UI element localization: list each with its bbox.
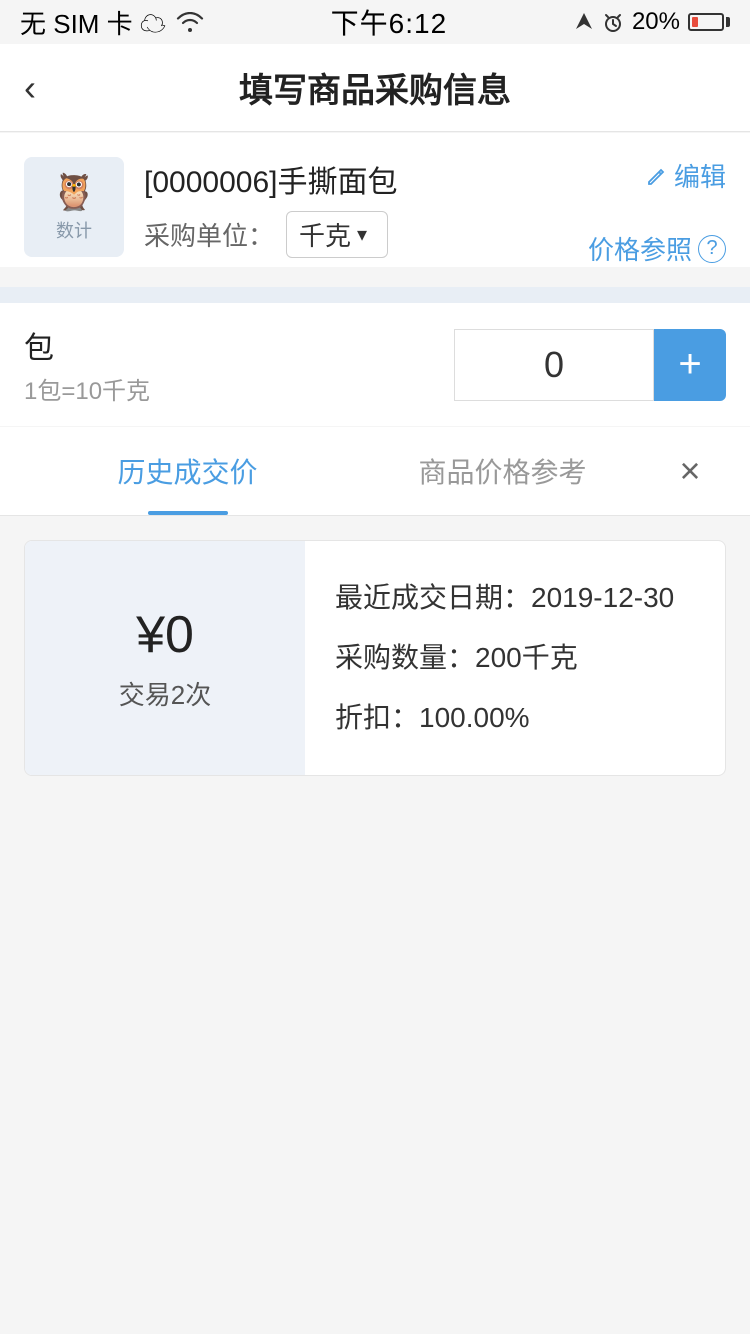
tab-history-price[interactable]: 历史成交价 bbox=[30, 427, 345, 515]
discount-row: 折扣：100.00% bbox=[335, 697, 695, 739]
tab-bar: 历史成交价 商品价格参考 × bbox=[0, 427, 750, 516]
quantity-unit-label: 包 bbox=[24, 323, 150, 367]
quantity-input[interactable]: 0 bbox=[454, 329, 654, 401]
product-right: 编辑 价格参照 ? bbox=[588, 157, 726, 267]
battery-percent: 20% bbox=[632, 8, 680, 36]
status-left: 无 SIM 卡 ☁ bbox=[20, 4, 204, 41]
product-unit-row: 采购单位： 千克 ▾ bbox=[144, 211, 397, 258]
quantity-section: 包 1包=10千克 0 + bbox=[0, 303, 750, 426]
status-right: 20% bbox=[574, 8, 730, 36]
unit-select-text: 千克 bbox=[299, 216, 351, 253]
recent-date-value: 2019-12-30 bbox=[531, 582, 674, 613]
product-name: [0000006]手撕面包 bbox=[144, 157, 397, 201]
tab-price-ref-label: 商品价格参考 bbox=[418, 451, 586, 491]
quantity-plus-button[interactable]: + bbox=[654, 329, 726, 401]
quantity-conversion: 1包=10千克 bbox=[24, 371, 150, 406]
product-left: 🦉 数计 [0000006]手撕面包 采购单位： 千克 ▾ bbox=[24, 157, 397, 258]
recent-date-label: 最近成交日期： bbox=[335, 582, 531, 613]
transactions-label: 交易2次 bbox=[119, 675, 211, 712]
unit-select[interactable]: 千克 ▾ bbox=[286, 211, 388, 258]
close-button[interactable]: × bbox=[660, 441, 720, 501]
nav-bar: ‹ 填写商品采购信息 bbox=[0, 44, 750, 132]
quantity-label-area: 包 1包=10千克 bbox=[24, 323, 150, 406]
currency-symbol: ¥ bbox=[136, 606, 165, 664]
sim-label: 无 SIM 卡 ☁ bbox=[20, 4, 166, 41]
product-section: 🦉 数计 [0000006]手撕面包 采购单位： 千克 ▾ bbox=[0, 133, 750, 267]
price-card-right: 最近成交日期：2019-12-30 采购数量：200千克 折扣：100.00% bbox=[305, 541, 725, 775]
product-header: 🦉 数计 [0000006]手撕面包 采购单位： 千克 ▾ bbox=[24, 157, 726, 267]
tab-history-label: 历史成交价 bbox=[117, 451, 257, 491]
price-card: ¥0 交易2次 最近成交日期：2019-12-30 采购数量：200千克 折扣：… bbox=[24, 540, 726, 776]
recent-date-row: 最近成交日期：2019-12-30 bbox=[335, 577, 695, 619]
section-divider bbox=[0, 287, 750, 303]
price-card-left: ¥0 交易2次 bbox=[25, 541, 305, 775]
discount-label: 折扣： bbox=[335, 702, 419, 733]
purchase-qty-row: 采购数量：200千克 bbox=[335, 637, 695, 679]
purchase-qty-label: 采购数量： bbox=[335, 642, 475, 673]
product-info: [0000006]手撕面包 采购单位： 千克 ▾ bbox=[144, 157, 397, 258]
purchase-qty-value: 200千克 bbox=[475, 642, 578, 673]
discount-value: 100.00% bbox=[419, 702, 530, 733]
edit-icon bbox=[646, 165, 668, 187]
tab-price-ref[interactable]: 商品价格参考 bbox=[345, 427, 660, 515]
status-bar: 无 SIM 卡 ☁ 下午6:12 20% bbox=[0, 0, 750, 44]
battery-icon bbox=[688, 13, 730, 31]
wifi-icon bbox=[176, 12, 204, 32]
edit-button[interactable]: 编辑 bbox=[646, 157, 726, 194]
product-thumb-icon: 🦉 bbox=[52, 171, 97, 213]
content-area: ¥0 交易2次 最近成交日期：2019-12-30 采购数量：200千克 折扣：… bbox=[0, 516, 750, 1116]
unit-label: 采购单位： bbox=[144, 216, 274, 253]
page-title: 填写商品采购信息 bbox=[239, 63, 511, 112]
back-button[interactable]: ‹ bbox=[24, 67, 36, 109]
alarm-icon bbox=[602, 11, 624, 33]
price-amount: ¥0 bbox=[136, 605, 194, 665]
chevron-down-icon: ▾ bbox=[357, 222, 367, 247]
status-time: 下午6:12 bbox=[331, 2, 448, 42]
price-ref-button[interactable]: 价格参照 ? bbox=[588, 230, 726, 267]
price-card-section: ¥0 交易2次 最近成交日期：2019-12-30 采购数量：200千克 折扣：… bbox=[0, 516, 750, 800]
product-thumb-text: 数计 bbox=[56, 217, 92, 243]
tab-active-indicator bbox=[148, 511, 228, 515]
product-thumbnail: 🦉 数计 bbox=[24, 157, 124, 257]
location-icon bbox=[574, 11, 594, 33]
help-icon: ? bbox=[698, 235, 726, 263]
quantity-input-area: 0 + bbox=[454, 329, 726, 401]
price-value: 0 bbox=[165, 606, 194, 664]
